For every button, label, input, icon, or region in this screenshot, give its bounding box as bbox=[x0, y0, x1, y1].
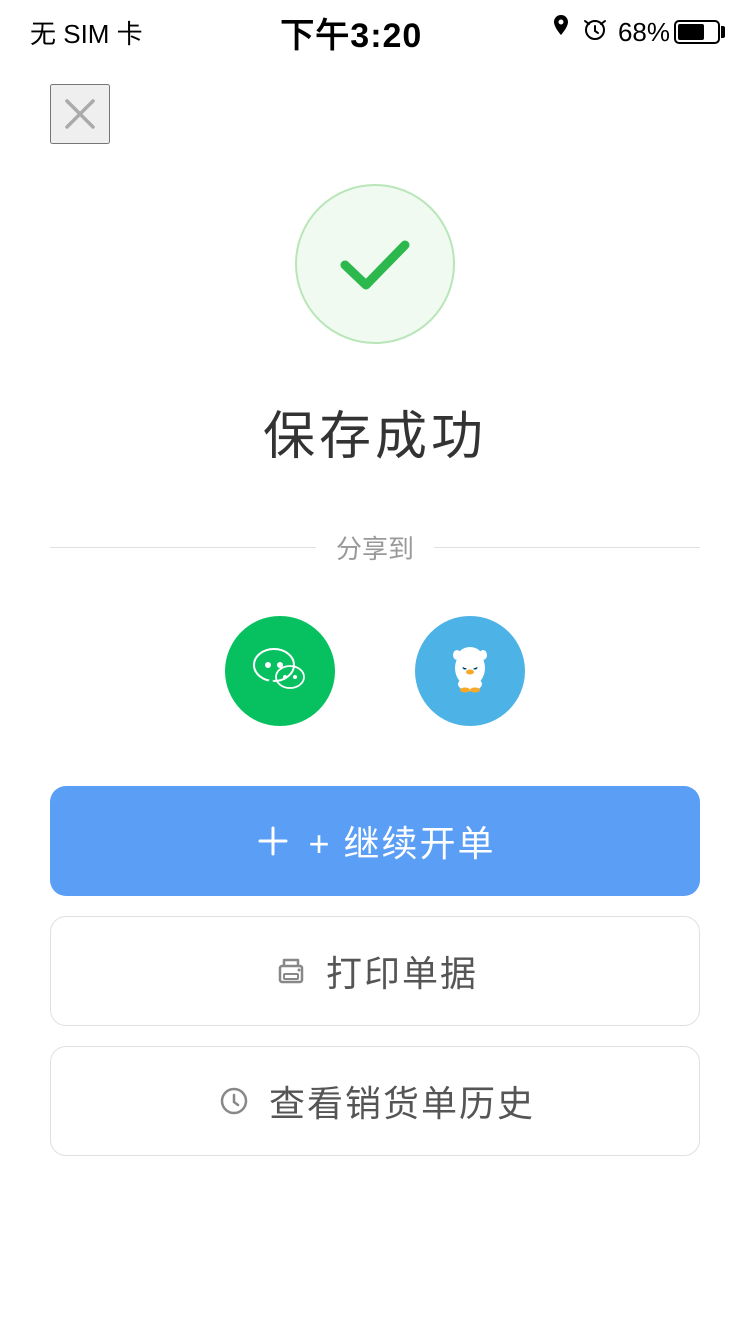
divider-line-left bbox=[50, 547, 316, 548]
print-button[interactable]: 打印单据 bbox=[50, 916, 700, 1026]
alarm-icon bbox=[582, 16, 608, 49]
plus-icon bbox=[254, 822, 292, 860]
status-bar-right: 68% bbox=[550, 15, 720, 50]
checkmark-icon bbox=[330, 217, 420, 312]
success-title: 保存成功 bbox=[263, 394, 487, 469]
status-bar-time: 下午3:20 bbox=[280, 8, 422, 57]
carrier-label: 无 SIM 卡 bbox=[30, 14, 143, 51]
history-label: 查看销货单历史 bbox=[269, 1075, 535, 1127]
continue-label: + 继续开单 bbox=[308, 815, 495, 867]
battery-indicator: 68% bbox=[618, 17, 720, 48]
continue-button[interactable]: + 继续开单 bbox=[50, 786, 700, 896]
print-label: 打印单据 bbox=[326, 945, 478, 997]
status-bar-left: 无 SIM 卡 bbox=[30, 14, 153, 51]
share-qq-button[interactable] bbox=[415, 616, 525, 726]
status-bar: 无 SIM 卡 下午3:20 68% bbox=[0, 0, 750, 64]
history-button[interactable]: 查看销货单历史 bbox=[50, 1046, 700, 1156]
clock-icon bbox=[215, 1082, 253, 1120]
share-section: 分享到 bbox=[50, 529, 700, 726]
print-icon bbox=[272, 952, 310, 990]
divider-line-right bbox=[434, 547, 700, 548]
battery-fill bbox=[678, 24, 704, 40]
battery-percent: 68% bbox=[618, 17, 670, 48]
share-buttons bbox=[50, 616, 700, 726]
battery-shape bbox=[674, 20, 720, 44]
location-icon bbox=[550, 15, 572, 50]
share-divider: 分享到 bbox=[50, 529, 700, 566]
action-buttons: + 继续开单 打印单据 查看销货单历史 bbox=[50, 786, 700, 1156]
main-content: 保存成功 分享到 bbox=[0, 64, 750, 1216]
success-circle bbox=[295, 184, 455, 344]
share-label: 分享到 bbox=[336, 529, 414, 566]
share-wechat-button[interactable] bbox=[225, 616, 335, 726]
close-button[interactable] bbox=[50, 84, 110, 144]
